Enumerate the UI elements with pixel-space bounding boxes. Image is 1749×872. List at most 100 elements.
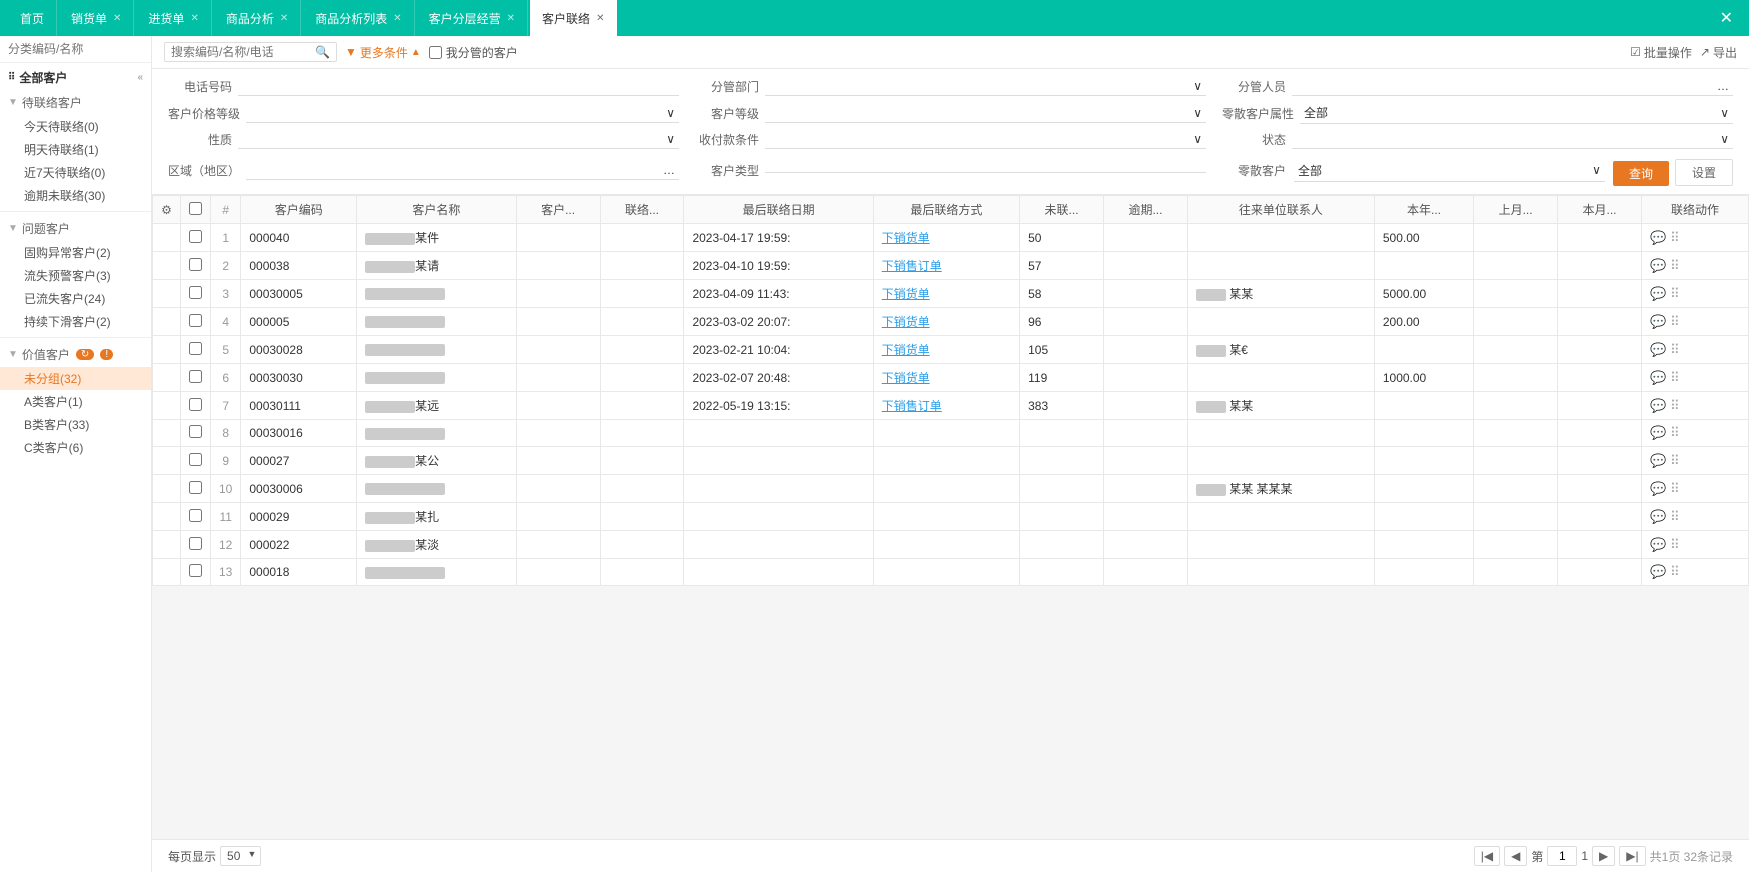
problem-group[interactable]: ▼ 问题客户 [0, 216, 151, 241]
tab-product-analysis[interactable]: 商品分析 ✕ [214, 0, 301, 36]
page-number-input[interactable] [1547, 846, 1577, 866]
search-input[interactable] [171, 45, 311, 59]
sidebar-item-declining[interactable]: 持续下滑客户(2) [0, 310, 151, 333]
row-check-cell[interactable] [181, 392, 211, 420]
contact-action-icon[interactable]: 💬 [1650, 286, 1666, 302]
sidebar-search-bar[interactable]: 🔍 [0, 36, 151, 63]
row-check-cell[interactable] [181, 252, 211, 280]
gear-col-header[interactable]: ⚙ [153, 196, 181, 224]
nature-select[interactable]: ∨ [238, 130, 679, 149]
close-icon[interactable]: ✕ [507, 13, 515, 24]
contact-action-icon[interactable]: 💬 [1650, 342, 1666, 358]
check-all-header[interactable] [181, 196, 211, 224]
row-checkbox[interactable] [189, 286, 202, 299]
check-all[interactable] [189, 202, 202, 215]
close-icon[interactable]: ✕ [113, 13, 121, 24]
close-icon[interactable]: ✕ [393, 13, 401, 24]
contact-action-icon[interactable]: 💬 [1650, 453, 1666, 469]
sidebar-item-today-pending[interactable]: 今天待联络(0) [0, 115, 151, 138]
contact-action-icon[interactable]: 💬 [1650, 425, 1666, 441]
contact-action-icon[interactable]: 💬 [1650, 564, 1666, 580]
close-icon[interactable]: ✕ [190, 13, 198, 24]
contact-action-icon[interactable]: 💬 [1650, 481, 1666, 497]
row-checkbox[interactable] [189, 453, 202, 466]
row-checkbox[interactable] [189, 342, 202, 355]
query-button[interactable]: 查询 [1613, 161, 1669, 186]
retail-attr-select[interactable]: 全部 ∨ [1300, 102, 1733, 124]
level-select[interactable]: ∨ [765, 104, 1206, 123]
payment-select[interactable]: ∨ [765, 130, 1206, 149]
contact-action-icon[interactable]: 💬 [1650, 398, 1666, 414]
tab-home[interactable]: 首页 [8, 0, 57, 36]
nav-close-button[interactable]: ✕ [1712, 4, 1741, 32]
price-level-select[interactable]: ∨ [246, 104, 679, 123]
more-action-icon[interactable]: ⠿ [1670, 398, 1680, 414]
row-check-cell[interactable] [181, 224, 211, 252]
last-method-link[interactable]: 下销售订单 [882, 259, 942, 273]
sidebar-item-tomorrow-pending[interactable]: 明天待联络(1) [0, 138, 151, 161]
tab-customer-segment[interactable]: 客户分层经营 ✕ [417, 0, 528, 36]
sidebar-item-class-b[interactable]: B类客户(33) [0, 413, 151, 436]
tab-product-analysis-list[interactable]: 商品分析列表 ✕ [303, 0, 414, 36]
row-checkbox[interactable] [189, 564, 202, 577]
row-check-cell[interactable] [181, 336, 211, 364]
my-customers-check[interactable] [429, 46, 442, 59]
next-page-btn[interactable]: ▶ [1592, 846, 1615, 866]
contact-action-icon[interactable]: 💬 [1650, 230, 1666, 246]
contact-action-icon[interactable]: 💬 [1650, 258, 1666, 274]
more-action-icon[interactable]: ⠿ [1670, 509, 1680, 525]
last-method-link[interactable]: 下销货单 [882, 287, 930, 301]
more-action-icon[interactable]: ⠿ [1670, 537, 1680, 553]
row-check-cell[interactable] [181, 364, 211, 392]
sidebar-item-abnormal[interactable]: 固购异常客户(2) [0, 241, 151, 264]
dept-select[interactable]: ∨ [765, 77, 1206, 96]
export-btn[interactable]: ↗ 导出 [1700, 44, 1737, 61]
contact-action-icon[interactable]: 💬 [1650, 314, 1666, 330]
more-action-icon[interactable]: ⠿ [1670, 230, 1680, 246]
close-icon[interactable]: ✕ [280, 13, 288, 24]
my-customers-checkbox[interactable]: 我分管的客户 [429, 44, 518, 61]
row-check-cell[interactable] [181, 475, 211, 503]
more-icon[interactable]: … [663, 163, 675, 177]
row-checkbox[interactable] [189, 425, 202, 438]
contact-action-icon[interactable]: 💬 [1650, 537, 1666, 553]
row-checkbox[interactable] [189, 398, 202, 411]
value-group[interactable]: ▼ 价值客户 ↻ ! [0, 342, 151, 367]
row-check-cell[interactable] [181, 503, 211, 531]
more-action-icon[interactable]: ⠿ [1670, 453, 1680, 469]
more-action-icon[interactable]: ⠿ [1670, 342, 1680, 358]
row-checkbox[interactable] [189, 314, 202, 327]
row-check-cell[interactable] [181, 280, 211, 308]
first-page-btn[interactable]: |◀ [1474, 846, 1500, 866]
more-action-icon[interactable]: ⠿ [1670, 425, 1680, 441]
sidebar-item-churned[interactable]: 已流失客户(24) [0, 287, 151, 310]
person-select[interactable]: … [1292, 77, 1733, 96]
sidebar-item-class-c[interactable]: C类客户(6) [0, 436, 151, 459]
sidebar-item-overdue[interactable]: 逾期未联络(30) [0, 184, 151, 207]
row-checkbox[interactable] [189, 370, 202, 383]
pending-group[interactable]: ▼ 待联络客户 [0, 90, 151, 115]
sidebar-item-churn-warning[interactable]: 流失预警客户(3) [0, 264, 151, 287]
tab-sales-order[interactable]: 销货单 ✕ [59, 0, 134, 36]
status-select[interactable]: ∨ [1292, 130, 1733, 149]
prev-page-btn[interactable]: ◀ [1504, 846, 1527, 866]
sidebar-item-7day-pending[interactable]: 近7天待联络(0) [0, 161, 151, 184]
last-method-link[interactable]: 下销货单 [882, 343, 930, 357]
row-checkbox[interactable] [189, 230, 202, 243]
row-check-cell[interactable] [181, 531, 211, 559]
more-action-icon[interactable]: ⠿ [1670, 564, 1680, 580]
area-select[interactable]: … [246, 161, 679, 180]
close-icon[interactable]: ✕ [596, 13, 604, 24]
search-box[interactable]: 🔍 [164, 42, 337, 62]
row-check-cell[interactable] [181, 308, 211, 336]
row-checkbox[interactable] [189, 481, 202, 494]
more-icon[interactable]: … [1717, 79, 1729, 93]
row-checkbox[interactable] [189, 258, 202, 271]
contact-action-icon[interactable]: 💬 [1650, 370, 1666, 386]
row-check-cell[interactable] [181, 420, 211, 447]
row-checkbox[interactable] [189, 537, 202, 550]
last-method-link[interactable]: 下销货单 [882, 231, 930, 245]
last-method-link[interactable]: 下销货单 [882, 315, 930, 329]
tab-purchase-order[interactable]: 进货单 ✕ [136, 0, 211, 36]
sidebar-item-ungrouped[interactable]: 未分组(32) [0, 367, 151, 390]
